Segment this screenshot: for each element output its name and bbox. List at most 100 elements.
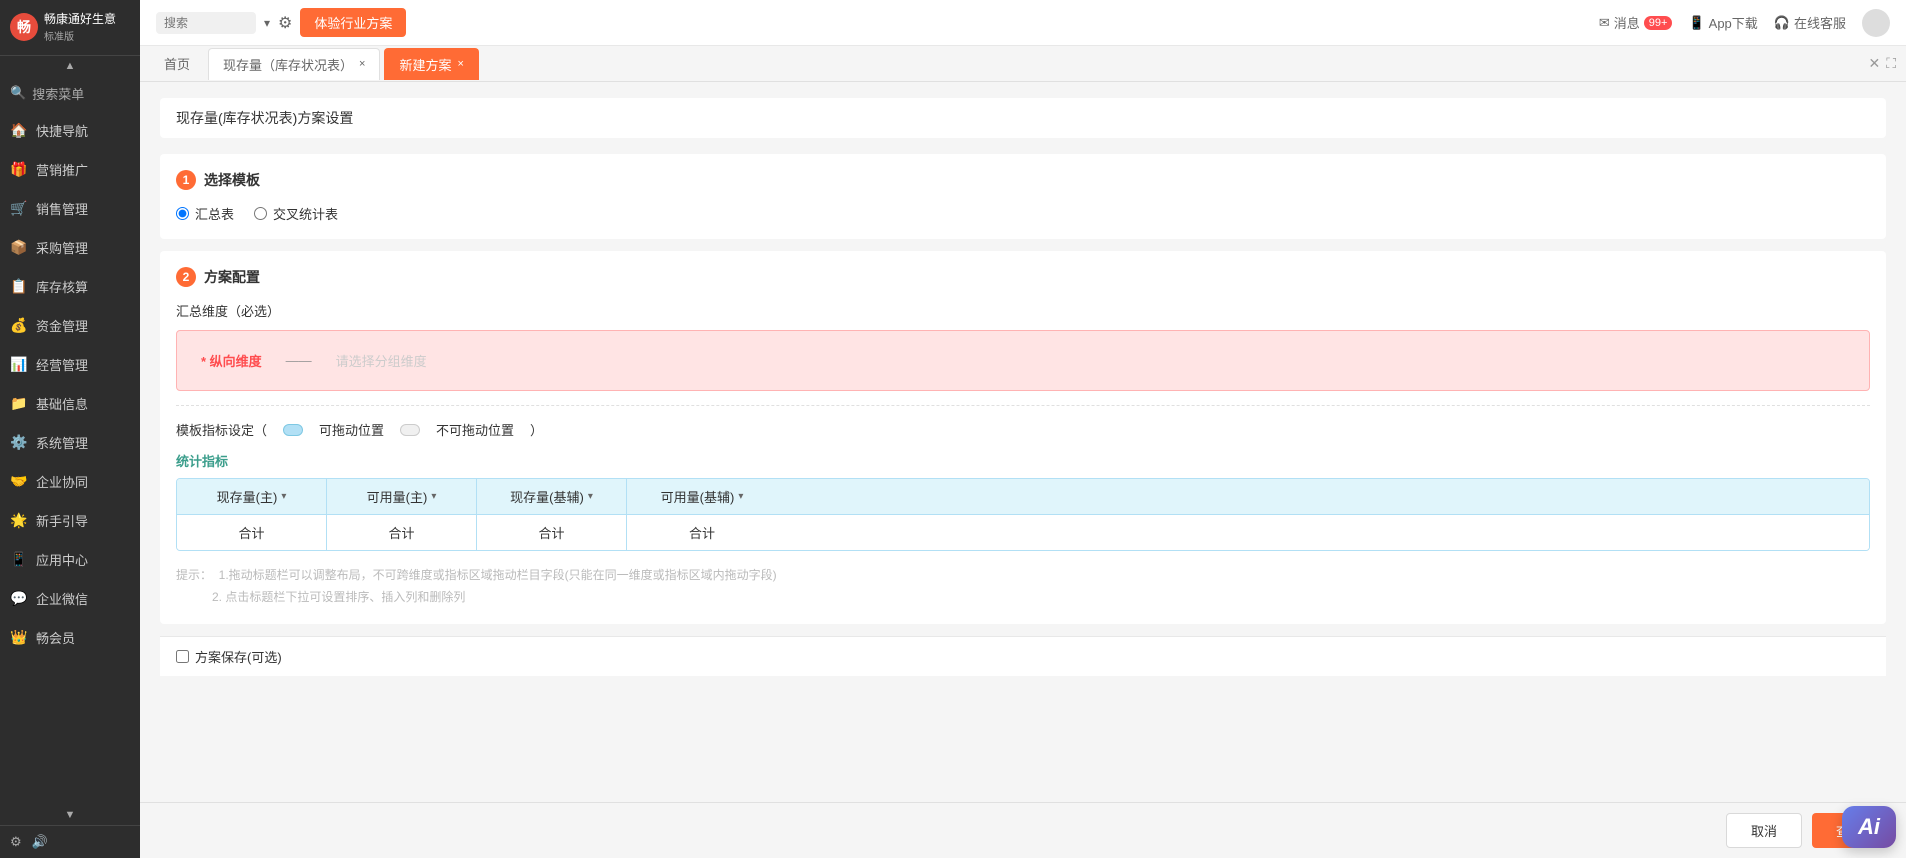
fixed-label: 不可拖动位置	[436, 420, 514, 439]
sidebar-item-enterprise[interactable]: 🤝 企业协同	[0, 462, 140, 501]
volume-icon[interactable]: 🔊	[32, 834, 48, 850]
sidebar-item-marketing[interactable]: 🎁 营销推广	[0, 150, 140, 189]
save-scheme-checkbox-label[interactable]: 方案保存(可选)	[176, 647, 1870, 666]
finance-icon: 💰	[10, 316, 28, 334]
tab-new-scheme-close[interactable]: ×	[457, 58, 463, 70]
stats-col-2-chevron[interactable]: ▾	[588, 491, 593, 502]
tab-expand-button[interactable]: ⛶	[1886, 55, 1896, 72]
step1-header: 1 选择模板	[176, 170, 1870, 190]
dimension-dash: ——	[286, 353, 312, 368]
stats-table: 现存量(主) ▾ 可用量(主) ▾ 现存量(基辅) ▾ 可用量(基辅) ▾	[176, 478, 1870, 551]
template-indicator-suffix: ）	[530, 420, 543, 439]
radio-crosstab[interactable]: 交叉统计表	[254, 204, 338, 223]
sidebar-item-new-guide[interactable]: 🌟 新手引导	[0, 501, 140, 540]
cancel-button[interactable]: 取消	[1726, 813, 1802, 848]
page-content: 现存量(库存状况表)方案设置 1 选择模板 汇总表 交叉统计表 2	[140, 82, 1906, 802]
radio-summary-label: 汇总表	[195, 204, 234, 223]
save-scheme-checkbox[interactable]	[176, 650, 189, 663]
template-indicator-prefix: 模板指标设定（	[176, 420, 267, 439]
stats-col-3-label: 可用量(基辅)	[661, 487, 735, 506]
sidebar-item-basic-info[interactable]: 📁 基础信息	[0, 384, 140, 423]
bottom-buttons: 取消 查询	[140, 802, 1906, 858]
message-button[interactable]: ✉ 消息 99+	[1599, 13, 1673, 32]
sidebar-item-label: 经营管理	[36, 355, 88, 374]
radio-summary-input[interactable]	[176, 207, 189, 220]
sidebar-nav: 🏠 快捷导航 🎁 营销推广 🛒 销售管理 📦 采购管理 📋 库存核算 💰 资金管…	[0, 111, 140, 805]
tabbar-controls: ✕ ⛶	[1868, 55, 1896, 72]
app-download-button[interactable]: 📱 App下载	[1688, 13, 1757, 32]
step1-title: 选择模板	[204, 170, 260, 190]
system-icon: ⚙️	[10, 433, 28, 451]
trial-button[interactable]: 体验行业方案	[300, 8, 406, 37]
sidebar-footer: ⚙ 🔊	[0, 825, 140, 858]
tab-inventory-status[interactable]: 现存量（库存状况表） ×	[208, 48, 380, 80]
sidebar-item-label: 系统管理	[36, 433, 88, 452]
sidebar-item-label: 快捷导航	[36, 121, 88, 140]
tab-new-scheme[interactable]: 新建方案 ×	[384, 48, 478, 80]
step2-header: 2 方案配置	[176, 267, 1870, 287]
tips-item-2: 2. 点击标题栏下拉可设置排序、插入列和删除列	[212, 587, 1870, 609]
user-avatar[interactable]	[1862, 9, 1890, 37]
message-label: 消息	[1614, 13, 1640, 32]
sidebar-item-quick-nav[interactable]: 🏠 快捷导航	[0, 111, 140, 150]
tips-title: 提示： 1.拖动标题栏可以调整布局，不可跨维度或指标区域拖动栏目字段(只能在同一…	[176, 565, 1870, 587]
tab-home[interactable]: 首页	[150, 48, 204, 79]
stats-col-3-chevron[interactable]: ▾	[738, 491, 743, 502]
sidebar-item-label: 畅会员	[36, 628, 75, 647]
dimension-field-label: * 纵向维度	[201, 351, 262, 370]
sidebar-item-purchase[interactable]: 📦 采购管理	[0, 228, 140, 267]
app-edition: 标准版	[44, 28, 116, 43]
logo-icon: 畅	[10, 13, 38, 41]
headset-icon: 🎧	[1774, 15, 1790, 31]
stats-table-header: 现存量(主) ▾ 可用量(主) ▾ 现存量(基辅) ▾ 可用量(基辅) ▾	[177, 479, 1869, 514]
sidebar-item-label: 销售管理	[36, 199, 88, 218]
sidebar-item-label: 库存核算	[36, 277, 88, 296]
settings-icon[interactable]: ⚙	[10, 834, 22, 850]
fixed-indicator-box	[400, 424, 420, 436]
chevron-down-icon: ▾	[264, 16, 270, 30]
radio-crosstab-input[interactable]	[254, 207, 267, 220]
draggable-label: 可拖动位置	[319, 420, 384, 439]
stats-col-1[interactable]: 可用量(主) ▾	[327, 479, 477, 514]
sidebar-item-system[interactable]: ⚙️ 系统管理	[0, 423, 140, 462]
main-area: ▾ ⚙ 体验行业方案 ✉ 消息 99+ 📱 App下载 🎧 在线客服 首页	[140, 0, 1906, 858]
radio-crosstab-label: 交叉统计表	[273, 204, 338, 223]
step2-number: 2	[176, 267, 196, 287]
tab-close-button[interactable]: ✕	[1868, 55, 1880, 72]
stats-col-2[interactable]: 现存量(基辅) ▾	[477, 479, 627, 514]
stats-col-0[interactable]: 现存量(主) ▾	[177, 479, 327, 514]
sidebar-item-sales[interactable]: 🛒 销售管理	[0, 189, 140, 228]
sidebar-item-label: 企业微信	[36, 589, 88, 608]
service-button[interactable]: 🎧 在线客服	[1774, 13, 1846, 32]
member-icon: 👑	[10, 628, 28, 646]
stats-col-0-chevron[interactable]: ▾	[281, 491, 286, 502]
topbar-dropdown-button[interactable]: ▾	[264, 16, 270, 30]
search-icon: 🔍	[10, 85, 26, 101]
sidebar-item-member[interactable]: 👑 畅会员	[0, 618, 140, 657]
sidebar-item-app-center[interactable]: 📱 应用中心	[0, 540, 140, 579]
topbar-gear-icon[interactable]: ⚙	[278, 13, 292, 33]
app-center-icon: 📱	[10, 550, 28, 568]
stats-col-3[interactable]: 可用量(基辅) ▾	[627, 479, 777, 514]
stats-col-1-label: 可用量(主)	[367, 487, 428, 506]
stats-col-0-label: 现存量(主)	[217, 487, 278, 506]
search-menu[interactable]: 🔍 搜索菜单	[0, 76, 140, 111]
sidebar-item-inventory[interactable]: 📋 库存核算	[0, 267, 140, 306]
tab-home-label: 首页	[164, 54, 190, 73]
sidebar: 畅 畅康通好生意 标准版 ▲ 🔍 搜索菜单 🏠 快捷导航 🎁 营销推广 🛒 销售…	[0, 0, 140, 858]
sales-icon: 🛒	[10, 199, 28, 217]
save-scheme-area: 方案保存(可选)	[160, 636, 1886, 676]
sidebar-item-finance[interactable]: 💰 资金管理	[0, 306, 140, 345]
ai-fab-button[interactable]: Ai	[1842, 806, 1896, 848]
sidebar-item-wechat[interactable]: 💬 企业微信	[0, 579, 140, 618]
save-scheme-label: 方案保存(可选)	[195, 647, 282, 666]
stats-table-row-0: 合计 合计 合计 合计	[177, 514, 1869, 550]
scroll-up-arrow[interactable]: ▲	[0, 56, 140, 76]
tab-inventory-status-close[interactable]: ×	[359, 58, 365, 70]
search-input[interactable]	[156, 12, 256, 34]
sidebar-item-operations[interactable]: 📊 经营管理	[0, 345, 140, 384]
stats-col-1-chevron[interactable]: ▾	[431, 491, 436, 502]
app-name: 畅康通好生意	[44, 12, 116, 28]
radio-summary[interactable]: 汇总表	[176, 204, 234, 223]
scroll-down-arrow[interactable]: ▼	[0, 805, 140, 825]
